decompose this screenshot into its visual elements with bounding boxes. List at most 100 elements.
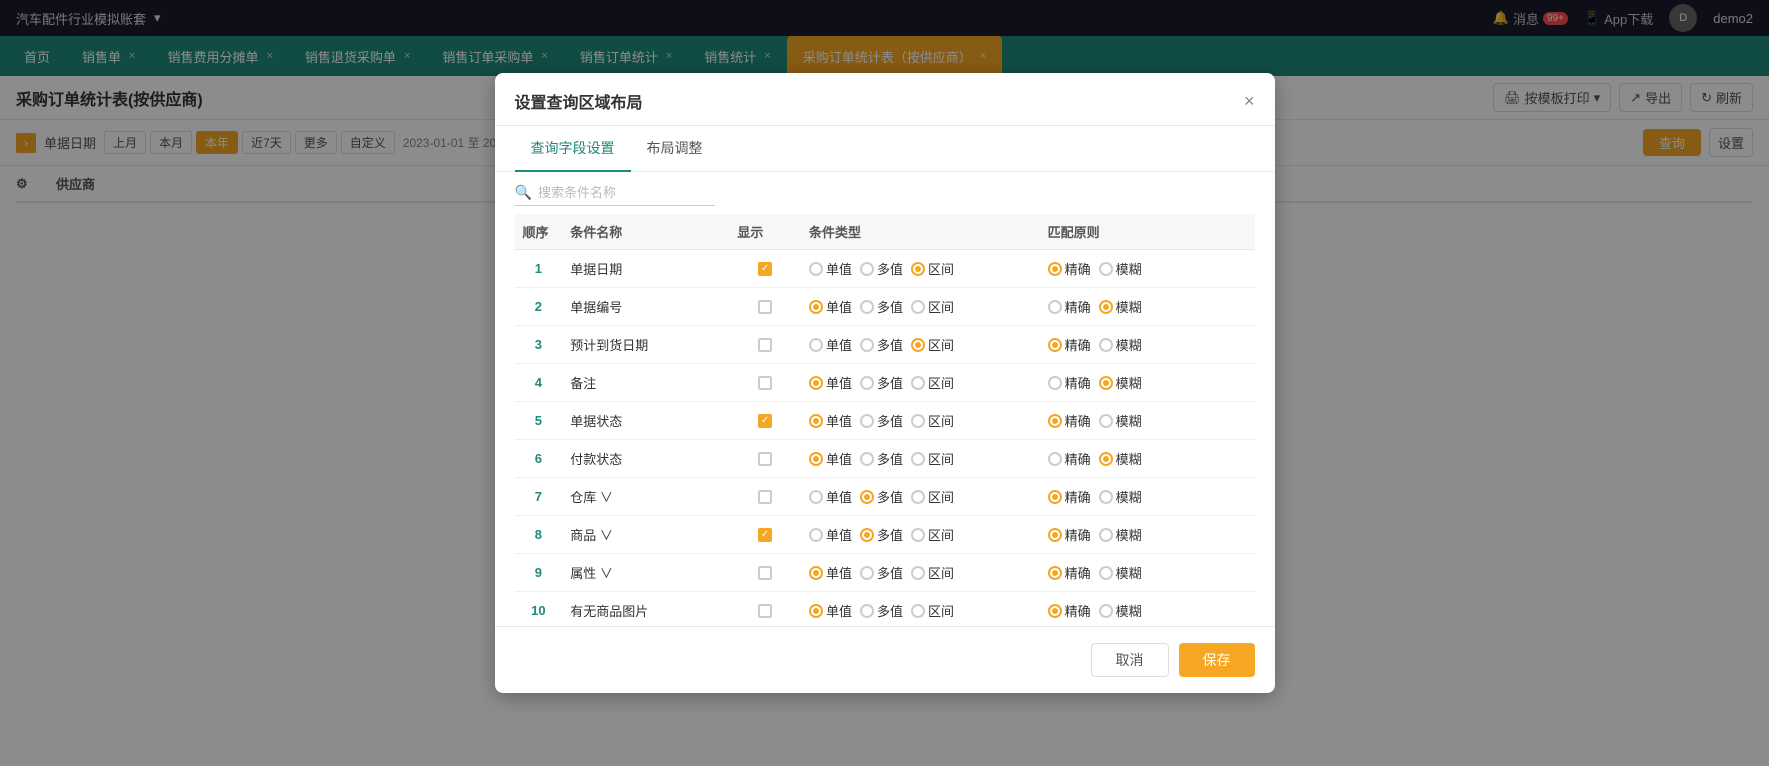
row-display-checkbox[interactable] — [729, 478, 801, 516]
radio-exact[interactable]: 精确 — [1048, 487, 1091, 506]
radio-exact[interactable]: 精确 — [1048, 373, 1091, 392]
radio-exact[interactable]: 精确 — [1048, 297, 1091, 316]
radio-fuzzy[interactable]: 模糊 — [1099, 373, 1142, 392]
tab-layout-adjust[interactable]: 布局调整 — [631, 126, 719, 172]
modal-search-area: 🔍 — [495, 172, 1275, 214]
row-type: 单值 多值 区间 — [801, 592, 1040, 627]
radio-fuzzy[interactable]: 模糊 — [1099, 297, 1142, 316]
display-checkbox[interactable] — [758, 604, 772, 618]
row-match: 精确 模糊 — [1040, 440, 1255, 478]
condition-search-input[interactable] — [538, 185, 698, 200]
radio-range[interactable]: 区间 — [911, 449, 954, 468]
row-type: 单值 多值 区间 — [801, 326, 1040, 364]
row-type: 单值 多值 区间 — [801, 516, 1040, 554]
radio-single-value[interactable]: 单值 — [809, 601, 852, 620]
radio-exact[interactable]: 精确 — [1048, 259, 1091, 278]
radio-multi-value[interactable]: 多值 — [860, 449, 903, 468]
radio-range[interactable]: 区间 — [911, 259, 954, 278]
radio-multi-value[interactable]: 多值 — [860, 373, 903, 392]
radio-fuzzy[interactable]: 模糊 — [1099, 411, 1142, 430]
search-input-wrap: 🔍 — [515, 184, 715, 206]
radio-fuzzy[interactable]: 模糊 — [1099, 601, 1142, 620]
display-checkbox[interactable] — [758, 566, 772, 580]
display-checkbox[interactable] — [758, 376, 772, 390]
radio-multi-value[interactable]: 多值 — [860, 601, 903, 620]
modal-tabs: 查询字段设置 布局调整 — [495, 126, 1275, 172]
th-match: 匹配原则 — [1040, 214, 1255, 250]
radio-multi-value[interactable]: 多值 — [860, 297, 903, 316]
radio-fuzzy[interactable]: 模糊 — [1099, 335, 1142, 354]
radio-exact[interactable]: 精确 — [1048, 411, 1091, 430]
row-display-checkbox[interactable] — [729, 554, 801, 592]
radio-multi-value[interactable]: 多值 — [860, 411, 903, 430]
radio-range[interactable]: 区间 — [911, 601, 954, 620]
display-checkbox[interactable] — [758, 300, 772, 314]
radio-exact[interactable]: 精确 — [1048, 335, 1091, 354]
radio-single-value[interactable]: 单值 — [809, 259, 852, 278]
row-order: 5 — [515, 402, 563, 440]
row-display-checkbox[interactable] — [729, 250, 801, 288]
row-display-checkbox[interactable] — [729, 516, 801, 554]
modal-table-wrap: 顺序 条件名称 显示 条件类型 匹配原则 — [495, 214, 1275, 626]
row-order: 10 — [515, 592, 563, 627]
radio-fuzzy[interactable]: 模糊 — [1099, 563, 1142, 582]
display-checkbox[interactable] — [758, 338, 772, 352]
row-type: 单值 多值 区间 — [801, 402, 1040, 440]
radio-single-value[interactable]: 单值 — [809, 373, 852, 392]
row-display-checkbox[interactable] — [729, 326, 801, 364]
row-name: 有无商品图片 — [562, 592, 729, 627]
radio-single-value[interactable]: 单值 — [809, 297, 852, 316]
row-display-checkbox[interactable] — [729, 364, 801, 402]
row-match: 精确 模糊 — [1040, 402, 1255, 440]
radio-multi-value[interactable]: 多值 — [860, 259, 903, 278]
table-row: 9 属性 ∨ 单值 多值 区间 — [515, 554, 1255, 592]
radio-range[interactable]: 区间 — [911, 373, 954, 392]
table-row: 2 单据编号 单值 多值 区间 — [515, 288, 1255, 326]
display-checkbox[interactable] — [758, 490, 772, 504]
row-display-checkbox[interactable] — [729, 288, 801, 326]
radio-fuzzy[interactable]: 模糊 — [1099, 259, 1142, 278]
radio-range[interactable]: 区间 — [911, 487, 954, 506]
th-name: 条件名称 — [562, 214, 729, 250]
row-order: 4 — [515, 364, 563, 402]
tab-query-fields[interactable]: 查询字段设置 — [515, 126, 631, 172]
radio-multi-value[interactable]: 多值 — [860, 525, 903, 544]
radio-single-value[interactable]: 单值 — [809, 525, 852, 544]
modal-close-btn[interactable]: × — [1244, 92, 1255, 110]
radio-single-value[interactable]: 单值 — [809, 563, 852, 582]
row-name: 单据状态 — [562, 402, 729, 440]
radio-single-value[interactable]: 单值 — [809, 335, 852, 354]
row-display-checkbox[interactable] — [729, 402, 801, 440]
display-checkbox[interactable] — [758, 414, 772, 428]
radio-fuzzy[interactable]: 模糊 — [1099, 487, 1142, 506]
radio-fuzzy[interactable]: 模糊 — [1099, 525, 1142, 544]
radio-exact[interactable]: 精确 — [1048, 449, 1091, 468]
table-row: 1 单据日期 单值 多值 区间 — [515, 250, 1255, 288]
row-display-checkbox[interactable] — [729, 592, 801, 627]
radio-range[interactable]: 区间 — [911, 411, 954, 430]
save-btn[interactable]: 保存 — [1179, 643, 1255, 677]
modal-footer: 取消 保存 — [495, 626, 1275, 693]
radio-multi-value[interactable]: 多值 — [860, 335, 903, 354]
radio-multi-value[interactable]: 多值 — [860, 563, 903, 582]
display-checkbox[interactable] — [758, 452, 772, 466]
cancel-btn[interactable]: 取消 — [1091, 643, 1169, 677]
radio-exact[interactable]: 精确 — [1048, 601, 1091, 620]
row-display-checkbox[interactable] — [729, 440, 801, 478]
radio-exact[interactable]: 精确 — [1048, 525, 1091, 544]
radio-fuzzy[interactable]: 模糊 — [1099, 449, 1142, 468]
radio-range[interactable]: 区间 — [911, 297, 954, 316]
display-checkbox[interactable] — [758, 528, 772, 542]
radio-range[interactable]: 区间 — [911, 563, 954, 582]
radio-exact[interactable]: 精确 — [1048, 563, 1091, 582]
radio-single-value[interactable]: 单值 — [809, 411, 852, 430]
display-checkbox[interactable] — [758, 262, 772, 276]
radio-single-value[interactable]: 单值 — [809, 449, 852, 468]
table-row: 4 备注 单值 多值 区间 — [515, 364, 1255, 402]
radio-single-value[interactable]: 单值 — [809, 487, 852, 506]
radio-range[interactable]: 区间 — [911, 335, 954, 354]
radio-range[interactable]: 区间 — [911, 525, 954, 544]
table-row: 6 付款状态 单值 多值 区间 — [515, 440, 1255, 478]
radio-multi-value[interactable]: 多值 — [860, 487, 903, 506]
row-name: 单据日期 — [562, 250, 729, 288]
